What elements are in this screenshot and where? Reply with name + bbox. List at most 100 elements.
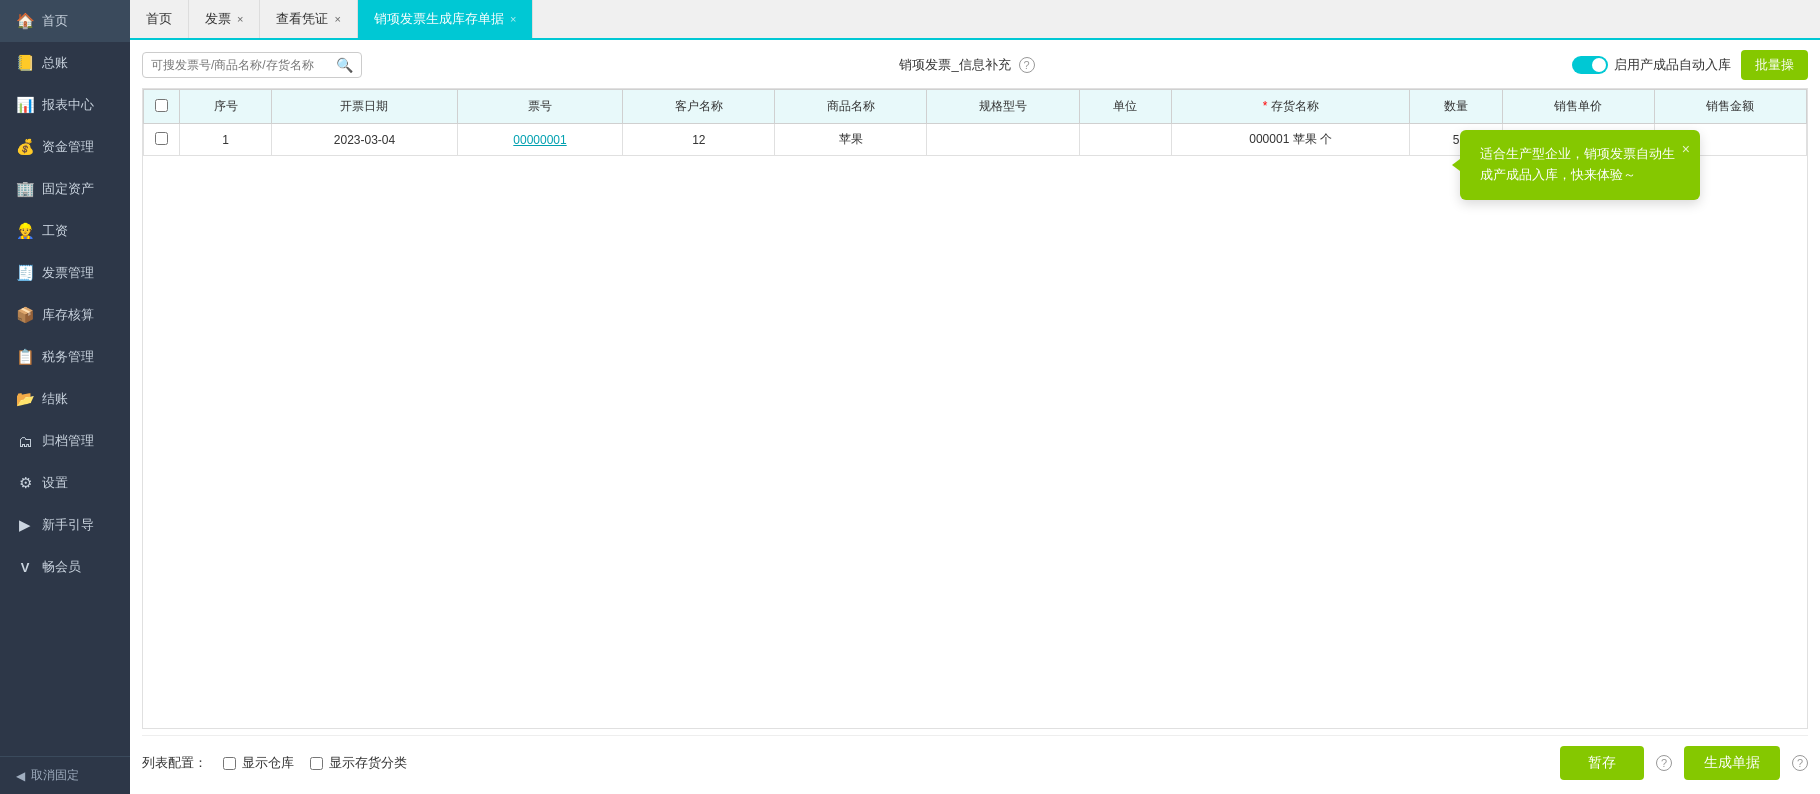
row-spec (927, 124, 1079, 156)
col-product: 商品名称 (775, 90, 927, 124)
col-number: 票号 (457, 90, 623, 124)
sidebar-label-tax: 税务管理 (42, 348, 94, 366)
sidebar-item-funds[interactable]: 💰 资金管理 (0, 126, 130, 168)
show-category-text: 显示存货分类 (329, 754, 407, 772)
col-seq: 序号 (180, 90, 272, 124)
unpin-button[interactable]: ◀ 取消固定 (0, 756, 130, 794)
show-category-checkbox[interactable] (310, 757, 323, 770)
col-inventory: 存货名称 (1171, 90, 1410, 124)
tab-generate-close[interactable]: × (510, 13, 516, 25)
sidebar-item-assets[interactable]: 🏢 固定资产 (0, 168, 130, 210)
sidebar-item-reports[interactable]: 📊 报表中心 (0, 84, 130, 126)
sidebar-item-home[interactable]: 🏠 首页 (0, 0, 130, 42)
row-seq: 1 (180, 124, 272, 156)
sidebar-label-vip: 畅会员 (42, 558, 81, 576)
col-checkbox (144, 90, 180, 124)
sidebar-item-invoice-mgmt[interactable]: 🧾 发票管理 (0, 252, 130, 294)
show-warehouse-checkbox[interactable] (223, 757, 236, 770)
sidebar-label-ledger: 总账 (42, 54, 68, 72)
save-help-icon[interactable]: ? (1656, 755, 1672, 771)
bottom-center: 暂存 ? 生成单据 ? (1560, 746, 1808, 780)
ledger-icon: 📒 (16, 54, 34, 72)
sidebar-label-guide: 新手引导 (42, 516, 94, 534)
tab-home[interactable]: 首页 (130, 0, 189, 38)
content-area: 🔍 销项发票_信息补充 ? 启用产成品自动入库 批量操 (130, 40, 1820, 794)
tooltip-close-btn[interactable]: × (1682, 138, 1690, 160)
toolbar-left: 🔍 (142, 52, 362, 78)
row-date: 2023-03-04 (272, 124, 457, 156)
sidebar-label-invoice-mgmt: 发票管理 (42, 264, 94, 282)
col-unit-price: 销售单价 (1502, 90, 1654, 124)
tab-invoice-label: 发票 (205, 10, 231, 28)
tab-bar: 首页 发票 × 查看凭证 × 销项发票生成库存单据 × (130, 0, 1820, 40)
sidebar-item-settlement[interactable]: 📂 结账 (0, 378, 130, 420)
show-category-label[interactable]: 显示存货分类 (310, 754, 407, 772)
col-amount: 销售金额 (1654, 90, 1806, 124)
tab-generate-label: 销项发票生成库存单据 (374, 10, 504, 28)
sidebar-item-vip[interactable]: V 畅会员 (0, 546, 130, 588)
generate-help-icon[interactable]: ? (1792, 755, 1808, 771)
search-input[interactable] (151, 58, 330, 72)
auto-warehouse-toggle[interactable] (1572, 56, 1608, 74)
sidebar-label-settlement: 结账 (42, 390, 68, 408)
sidebar-item-guide[interactable]: ▶ 新手引导 (0, 504, 130, 546)
settlement-icon: 📂 (16, 390, 34, 408)
row-inventory: 000001 苹果 个 (1171, 124, 1410, 156)
generate-button[interactable]: 生成单据 (1684, 746, 1780, 780)
sidebar-item-settings[interactable]: ⚙ 设置 (0, 462, 130, 504)
search-icon[interactable]: 🔍 (336, 57, 353, 73)
sidebar: 🏠 首页 📒 总账 📊 报表中心 💰 资金管理 🏢 固定资产 👷 工资 🧾 发票… (0, 0, 130, 794)
show-warehouse-label[interactable]: 显示仓库 (223, 754, 294, 772)
tab-invoice[interactable]: 发票 × (189, 0, 260, 38)
tooltip-box: × 适合生产型企业，销项发票自动生成产成品入库，快来体验～ (1460, 130, 1700, 200)
inventory-icon: 📦 (16, 306, 34, 324)
col-customer: 客户名称 (623, 90, 775, 124)
unpin-label: 取消固定 (31, 767, 79, 784)
bottom-bar: 列表配置： 显示仓库 显示存货分类 暂存 ? 生成单据 ? (142, 735, 1808, 784)
archive-icon: 🗂 (16, 433, 34, 450)
tab-voucher-close[interactable]: × (334, 13, 340, 25)
toggle-container: 启用产成品自动入库 (1572, 56, 1731, 74)
row-number-link[interactable]: 00000001 (513, 133, 566, 147)
home-icon: 🏠 (16, 12, 34, 30)
sidebar-label-reports: 报表中心 (42, 96, 94, 114)
list-config-label: 列表配置： (142, 754, 207, 772)
tab-generate[interactable]: 销项发票生成库存单据 × (358, 0, 533, 38)
row-number: 00000001 (457, 124, 623, 156)
tab-invoice-close[interactable]: × (237, 13, 243, 25)
sidebar-item-archive[interactable]: 🗂 归档管理 (0, 420, 130, 462)
batch-btn[interactable]: 批量操 (1741, 50, 1808, 80)
toolbar-right: 启用产成品自动入库 批量操 (1572, 50, 1808, 80)
bottom-left: 列表配置： 显示仓库 显示存货分类 (142, 754, 407, 772)
tax-icon: 📋 (16, 348, 34, 366)
col-count: 数量 (1410, 90, 1502, 124)
col-unit: 单位 (1079, 90, 1171, 124)
toolbar: 🔍 销项发票_信息补充 ? 启用产成品自动入库 批量操 (142, 50, 1808, 80)
funds-icon: 💰 (16, 138, 34, 156)
toggle-label-text: 启用产成品自动入库 (1614, 56, 1731, 74)
sidebar-item-tax[interactable]: 📋 税务管理 (0, 336, 130, 378)
sidebar-item-ledger[interactable]: 📒 总账 (0, 42, 130, 84)
guide-icon: ▶ (16, 516, 34, 534)
show-warehouse-text: 显示仓库 (242, 754, 294, 772)
tab-home-label: 首页 (146, 10, 172, 28)
select-all-checkbox[interactable] (155, 99, 168, 112)
search-box[interactable]: 🔍 (142, 52, 362, 78)
sidebar-label-labor: 工资 (42, 222, 68, 240)
assets-icon: 🏢 (16, 180, 34, 198)
vip-icon: V (16, 560, 34, 575)
save-button[interactable]: 暂存 (1560, 746, 1644, 780)
sidebar-label-assets: 固定资产 (42, 180, 94, 198)
info-help-icon[interactable]: ? (1019, 57, 1035, 73)
sidebar-item-inventory[interactable]: 📦 库存核算 (0, 294, 130, 336)
tab-voucher[interactable]: 查看凭证 × (260, 0, 357, 38)
labor-icon: 👷 (16, 222, 34, 240)
sidebar-label-home: 首页 (42, 12, 68, 30)
row-checkbox-0[interactable] (155, 132, 168, 145)
reports-icon: 📊 (16, 96, 34, 114)
tooltip-text: 适合生产型企业，销项发票自动生成产成品入库，快来体验～ (1480, 146, 1675, 182)
row-checkbox-cell (144, 124, 180, 156)
row-product: 苹果 (775, 124, 927, 156)
sidebar-item-labor[interactable]: 👷 工资 (0, 210, 130, 252)
tab-voucher-label: 查看凭证 (276, 10, 328, 28)
